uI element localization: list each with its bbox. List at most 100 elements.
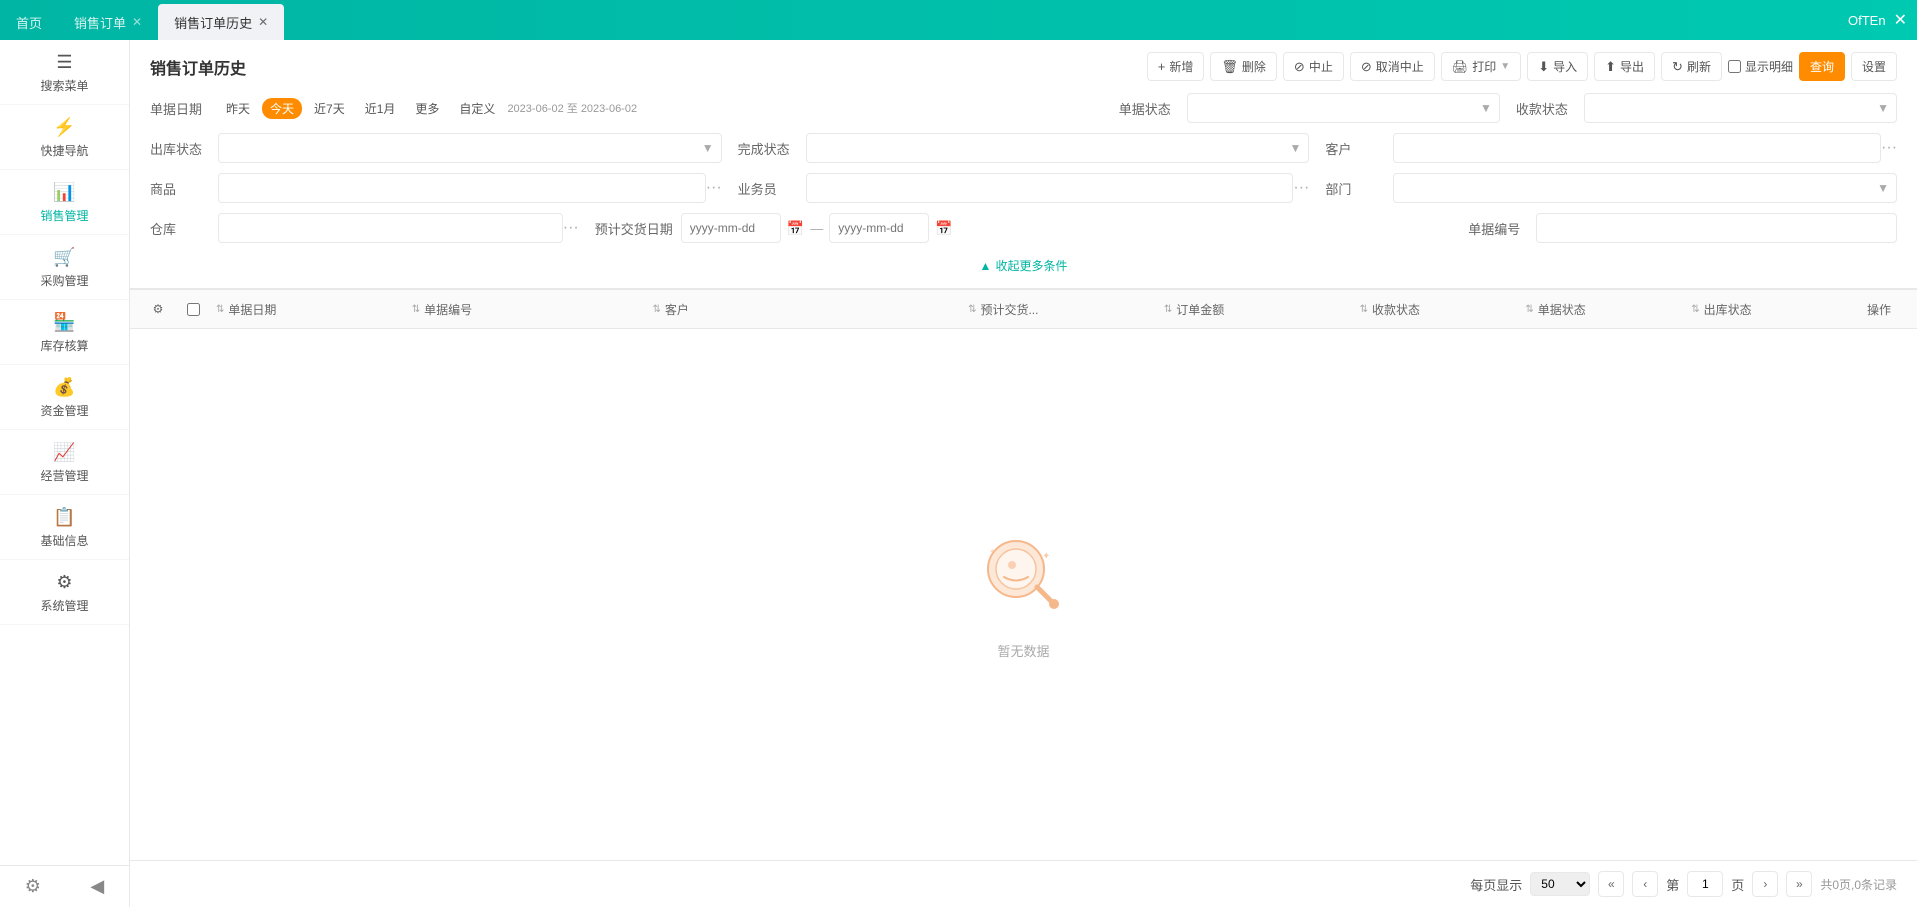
export-label: 导出 [1620, 58, 1644, 75]
date-tag-today[interactable]: 今天 [262, 98, 302, 119]
receipt-status-label: 收款状态 [1516, 99, 1576, 118]
delivery-calendar-start-icon: 📅 [787, 220, 804, 237]
last-page-button[interactable]: » [1786, 871, 1812, 897]
department-select[interactable] [1393, 173, 1897, 203]
filter-row-3: 商品 ··· 业务员 ··· 部门 [150, 173, 1897, 203]
tab-sales-order-history-close[interactable]: ✕ [258, 15, 268, 29]
sidebar-item-operations[interactable]: 📈 经营管理 [0, 430, 129, 495]
goods-input[interactable] [218, 173, 706, 203]
warehouse-input[interactable] [218, 213, 563, 243]
page-size-select[interactable]: 50 10 20 100 [1530, 872, 1590, 896]
chevron-up-icon: ▲ [980, 259, 992, 273]
receipt-status-select[interactable] [1584, 93, 1897, 123]
delivery-date-start[interactable] [681, 213, 781, 243]
tab-sales-order-history[interactable]: 销售订单历史 ✕ [158, 4, 284, 40]
query-label: 查询 [1810, 58, 1834, 75]
sidebar-item-sys-mgmt[interactable]: ⚙ 系统管理 [0, 560, 129, 625]
goods-dots-icon[interactable]: ··· [706, 179, 722, 197]
refresh-icon: ↻ [1672, 59, 1683, 75]
sidebar-item-search-menu[interactable]: ☰ 搜索菜单 [0, 40, 129, 105]
import-label: 导入 [1553, 58, 1577, 75]
th-receipt: ⇅ 收款状态 [1352, 301, 1518, 318]
date-tag-more[interactable]: 更多 [407, 98, 447, 119]
date-tag-group: 昨天 今天 近7天 近1月 更多 自定义 [218, 98, 503, 119]
complete-status-control: ▼ [806, 133, 1310, 163]
date-filter-label: 单据日期 [150, 99, 210, 118]
stop-button[interactable]: ⊘ 中止 [1283, 52, 1344, 81]
query-button[interactable]: 查询 [1799, 52, 1845, 81]
customer-dots-icon[interactable]: ··· [1881, 139, 1897, 157]
salesperson-input[interactable] [806, 173, 1294, 203]
date-tag-last7[interactable]: 近7天 [306, 98, 353, 119]
refresh-button[interactable]: ↻ 刷新 [1661, 52, 1722, 81]
complete-status-select[interactable] [806, 133, 1310, 163]
th-date: ⇅ 单据日期 [208, 301, 404, 318]
import-button[interactable]: ⬇ 导入 [1527, 52, 1588, 81]
filter-row-2: 出库状态 ▼ 完成状态 [150, 133, 1897, 163]
date-range-text: 2023-06-02 至 2023-06-02 [507, 100, 637, 116]
customer-label: 客户 [1325, 139, 1385, 158]
print-arrow-icon: ▼ [1500, 61, 1510, 72]
sidebar-item-base-info[interactable]: 📋 基础信息 [0, 495, 129, 560]
sort-no-icon[interactable]: ⇅ [412, 304, 420, 315]
page-number-input[interactable] [1687, 871, 1723, 897]
sidebar-item-quick-nav[interactable]: ⚡ 快捷导航 [0, 105, 129, 170]
main-layout: ☰ 搜索菜单 ⚡ 快捷导航 📊 销售管理 🛒 采购管理 🏪 库存核算 💰 资金管… [0, 40, 1917, 907]
sort-customer-icon[interactable]: ⇅ [652, 304, 660, 315]
import-icon: ⬇ [1538, 59, 1549, 75]
tab-sales-order[interactable]: 销售订单 ✕ [58, 4, 158, 40]
prev-page-button[interactable]: ‹ [1632, 871, 1658, 897]
add-button[interactable]: + 新增 [1147, 52, 1205, 81]
tab-home[interactable]: 首页 [0, 4, 58, 40]
th-checkbox[interactable] [178, 303, 208, 316]
page-size-label: 每页显示 [1470, 875, 1522, 894]
sort-date-icon[interactable]: ⇅ [216, 304, 224, 315]
sidebar-item-finance[interactable]: 💰 资金管理 [0, 365, 129, 430]
table-settings-icon[interactable]: ⚙ [153, 302, 164, 316]
salesperson-dots-icon[interactable]: ··· [1293, 179, 1309, 197]
delete-button[interactable]: 🗑 删除 [1210, 52, 1277, 81]
date-tag-last1month[interactable]: 近1月 [357, 98, 404, 119]
delivery-calendar-end-icon: 📅 [935, 220, 952, 237]
top-bar-close-icon[interactable]: ✕ [1894, 10, 1907, 30]
first-page-button[interactable]: « [1598, 871, 1624, 897]
order-status-select[interactable] [1187, 93, 1500, 123]
cancel-stop-button[interactable]: ⊘ 取消中止 [1350, 52, 1435, 81]
collapse-icon[interactable]: ◀ [90, 876, 104, 897]
sidebar-item-purchase-mgmt[interactable]: 🛒 采购管理 [0, 235, 129, 300]
sort-delivery-icon[interactable]: ⇅ [968, 304, 976, 315]
customer-input[interactable] [1393, 133, 1881, 163]
sidebar-item-sales-mgmt[interactable]: 📊 销售管理 [0, 170, 129, 235]
sort-receipt-icon[interactable]: ⇅ [1360, 304, 1368, 315]
filter-order-no: 单据编号 [1468, 213, 1897, 243]
delete-label: 删除 [1242, 58, 1266, 75]
filter-goods: 商品 ··· [150, 173, 722, 203]
delivery-date-end[interactable] [829, 213, 929, 243]
export-button[interactable]: ⬆ 导出 [1594, 52, 1655, 81]
date-tag-custom[interactable]: 自定义 [451, 98, 503, 119]
collapse-button[interactable]: ▲ 收起更多条件 [976, 253, 1072, 278]
show-detail-checkbox[interactable] [1728, 60, 1741, 73]
settings-button[interactable]: 设置 [1851, 52, 1897, 81]
sort-warehouse-icon[interactable]: ⇅ [1691, 304, 1699, 315]
sort-order-status-icon[interactable]: ⇅ [1525, 304, 1533, 315]
order-no-input[interactable] [1536, 213, 1897, 243]
warehouse-dots-icon[interactable]: ··· [563, 219, 579, 237]
date-tag-yesterday[interactable]: 昨天 [218, 98, 258, 119]
empty-illustration: ✦ ✦ [974, 529, 1074, 629]
sort-amount-icon[interactable]: ⇅ [1164, 304, 1172, 315]
select-all-checkbox[interactable] [187, 303, 200, 316]
tab-sales-order-close[interactable]: ✕ [132, 15, 142, 29]
filter-order-status: 单据状态 ▼ [1119, 93, 1500, 123]
print-button[interactable]: 🖨 打印 ▼ [1441, 52, 1521, 81]
th-settings[interactable]: ⚙ [138, 302, 178, 316]
sidebar: ☰ 搜索菜单 ⚡ 快捷导航 📊 销售管理 🛒 采购管理 🏪 库存核算 💰 资金管… [0, 40, 130, 907]
settings-bottom-icon[interactable]: ⚙ [25, 876, 41, 897]
next-page-button[interactable]: › [1752, 871, 1778, 897]
svg-text:✦: ✦ [989, 547, 996, 556]
date-filter-control: 昨天 今天 近7天 近1月 更多 自定义 2023-06-02 至 2023-0… [218, 98, 1103, 119]
page-title-row: 销售订单历史 + 新增 🗑 删除 ⊘ 中止 ⊘ [150, 52, 1897, 81]
sidebar-item-inventory[interactable]: 🏪 库存核算 [0, 300, 129, 365]
show-detail-checkbox-label[interactable]: 显示明细 [1728, 58, 1793, 75]
warehouse-status-select[interactable] [218, 133, 722, 163]
